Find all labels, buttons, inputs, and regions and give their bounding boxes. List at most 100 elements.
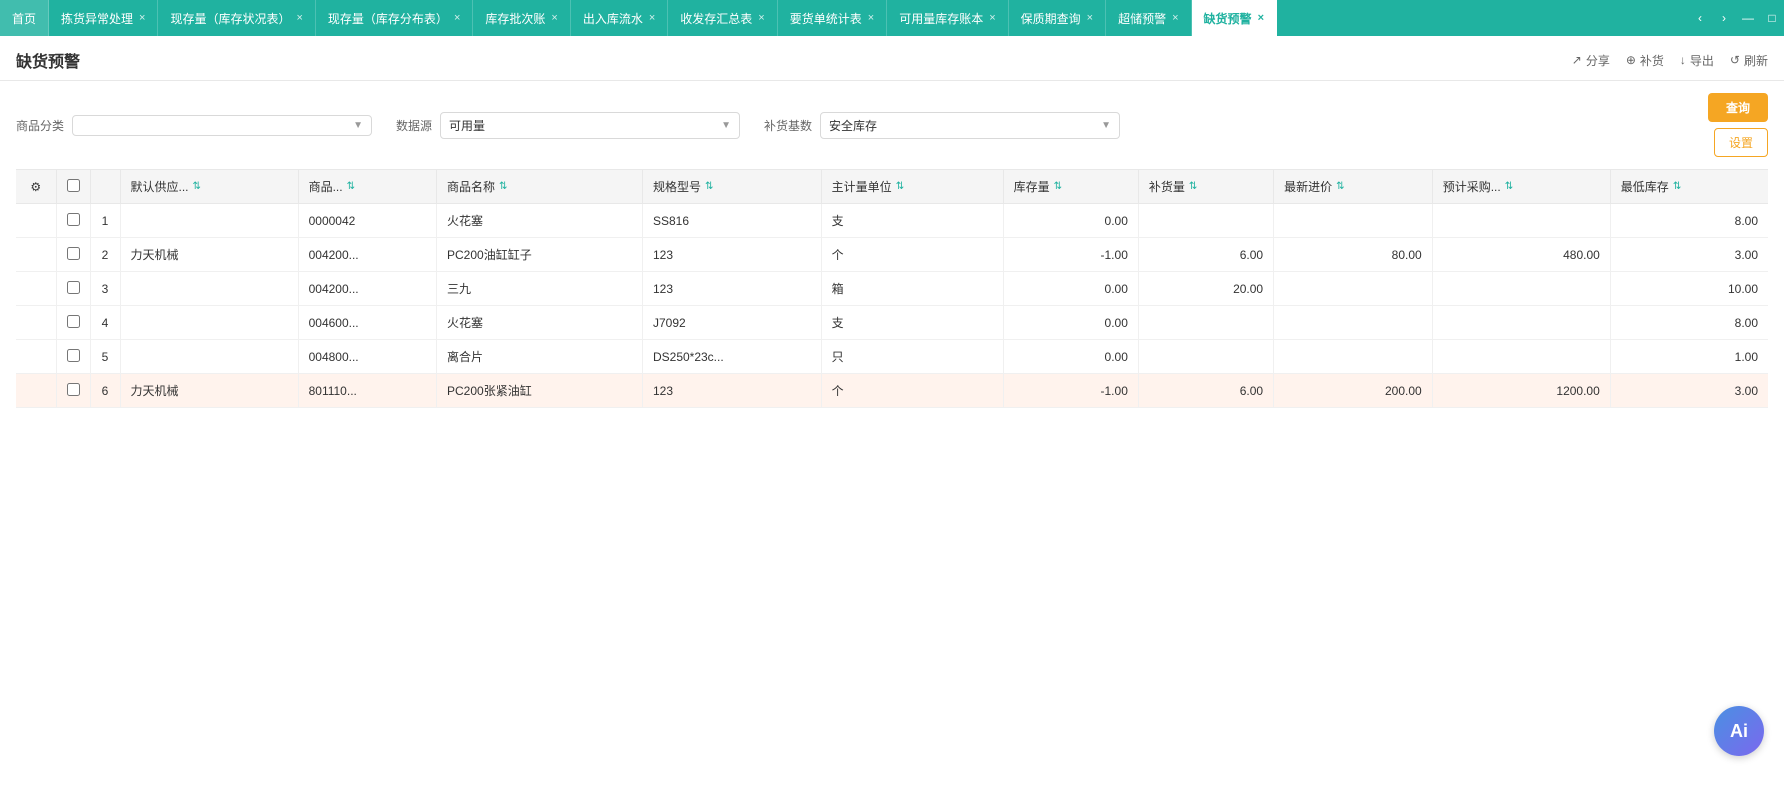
row-checkbox-4[interactable] <box>67 315 80 328</box>
datasource-select[interactable]: 可用量 ▼ <box>440 112 740 139</box>
category-arrow-icon: ▼ <box>353 120 363 131</box>
tab-close-collect-summary[interactable]: × <box>758 12 764 24</box>
tab-bar: 首页拣货异常处理×现存量（库存状况表）×现存量（库存分布表）×库存批次账×出入库… <box>0 0 1784 36</box>
tab-prev-btn[interactable]: ‹ <box>1688 0 1712 36</box>
ai-assistant-button[interactable]: Ai <box>1714 706 1764 756</box>
tab-close-inventory-dist[interactable]: × <box>454 12 460 24</box>
tab-label-collect-summary: 收发存汇总表 <box>680 10 752 27</box>
row-num: 2 <box>101 248 110 262</box>
category-filter-group: 商品分类 ▼ <box>16 115 372 136</box>
gear-icon[interactable]: ⚙ <box>30 180 41 194</box>
col-header-est_purchase[interactable]: 预计采购... ⇅ <box>1432 170 1610 204</box>
product-code-cell: 801110... <box>309 384 357 398</box>
col-label-spec: 规格型号 <box>653 178 701 195</box>
row-num: 5 <box>101 350 110 364</box>
min-stock-cell: 1.00 <box>1621 350 1758 364</box>
row-num: 3 <box>101 282 110 296</box>
sort-icon-product_name: ⇅ <box>499 181 507 192</box>
tab-batch-account[interactable]: 库存批次账× <box>473 0 570 36</box>
filter-right-actions: 查询 设置 <box>1708 93 1768 157</box>
settings-button[interactable]: 设置 <box>1714 128 1768 157</box>
est-purchase-cell: 480.00 <box>1443 248 1600 262</box>
col-header-latest_price[interactable]: 最新进价⇅ <box>1274 170 1433 204</box>
col-header-default_supplier[interactable]: 默认供应...⇅ <box>120 170 298 204</box>
sort-icon-est_purchase: ⇅ <box>1505 181 1513 192</box>
tab-inventory-dist[interactable]: 现存量（库存分布表）× <box>316 0 473 36</box>
replenishbase-filter-group: 补货基数 安全库存 ▼ <box>764 112 1120 139</box>
tab-close-inventory-status[interactable]: × <box>296 12 302 24</box>
tab-label-inout-flow: 出入库流水 <box>583 10 643 27</box>
tab-inout-flow[interactable]: 出入库流水 × <box>571 0 668 36</box>
export-icon: ↓ <box>1680 53 1686 67</box>
stock-cell: 0.00 <box>1014 214 1128 228</box>
replenishbase-value: 安全库存 <box>829 117 877 134</box>
refresh-btn[interactable]: ↺ 刷新 <box>1730 52 1768 69</box>
row-checkbox-6[interactable] <box>67 383 80 396</box>
col-header-gear: ⚙ <box>16 170 56 204</box>
replenish-qty-cell: 6.00 <box>1149 384 1263 398</box>
col-header-product_code[interactable]: 商品...⇅ <box>298 170 436 204</box>
share-icon: ↗ <box>1572 53 1582 67</box>
col-header-product_name[interactable]: 商品名称 ⇅ <box>437 170 643 204</box>
tab-close-exception[interactable]: × <box>139 12 145 24</box>
tab-close-inout-flow[interactable]: × <box>649 12 655 24</box>
row-checkbox-1[interactable] <box>67 213 80 226</box>
product-name-cell: 三九 <box>447 282 471 296</box>
tab-home[interactable]: 首页 <box>0 0 49 36</box>
tab-available-ledger[interactable]: 可用量库存账本 × <box>887 0 1008 36</box>
replenish-btn[interactable]: ⊕ 补货 <box>1626 52 1664 69</box>
replenishbase-select[interactable]: 安全库存 ▼ <box>820 112 1120 139</box>
spec-cell: 123 <box>653 282 673 296</box>
tab-close-available-ledger[interactable]: × <box>989 12 995 24</box>
spec-cell: J7092 <box>653 316 686 330</box>
tab-overstock[interactable]: 超储预警× <box>1106 0 1191 36</box>
table-row: 6力天机械801110...PC200张紧油缸123个-1.006.00200.… <box>16 374 1768 408</box>
tab-next-btn[interactable]: › <box>1712 0 1736 36</box>
page-content: 缺货预警 ↗ 分享 ⊕ 补货 ↓ 导出 ↺ 刷新 商品分类 <box>0 36 1784 796</box>
tab-inventory-status[interactable]: 现存量（库存状况表）× <box>158 0 315 36</box>
col-label-product_name: 商品名称 <box>447 178 495 195</box>
row-checkbox-5[interactable] <box>67 349 80 362</box>
category-select[interactable]: ▼ <box>72 115 372 136</box>
replenish-qty-cell: 6.00 <box>1149 248 1263 262</box>
export-btn[interactable]: ↓ 导出 <box>1680 52 1714 69</box>
select-all-checkbox[interactable] <box>67 179 80 192</box>
col-header-stock[interactable]: 库存量⇅ <box>1003 170 1138 204</box>
share-btn[interactable]: ↗ 分享 <box>1572 52 1610 69</box>
stock-cell: -1.00 <box>1014 248 1128 262</box>
product-code-cell: 004200... <box>309 248 359 262</box>
col-header-spec[interactable]: 规格型号⇅ <box>642 170 821 204</box>
tab-close-batch-account[interactable]: × <box>551 12 557 24</box>
tab-collect-summary[interactable]: 收发存汇总表 × <box>668 0 777 36</box>
col-header-unit[interactable]: 主计量单位⇅ <box>821 170 1003 204</box>
unit-cell: 支 <box>832 316 844 330</box>
tab-requisition-stat[interactable]: 要货单统计表× <box>778 0 887 36</box>
page-title: 缺货预警 <box>16 48 80 72</box>
tab-label-shortage: 缺货预警 <box>1204 10 1252 27</box>
tab-close-expiry-query[interactable]: × <box>1087 12 1093 24</box>
col-header-min_stock[interactable]: 最低库存⇅ <box>1610 170 1768 204</box>
tab-shortage[interactable]: 缺货预警 × <box>1192 0 1277 36</box>
spec-cell: DS250*23c... <box>653 350 724 364</box>
tab-close-overstock[interactable]: × <box>1172 12 1178 24</box>
product-code-cell: 0000042 <box>309 214 356 228</box>
col-label-est_purchase: 预计采购... <box>1443 178 1501 195</box>
tab-expiry-query[interactable]: 保质期查询× <box>1009 0 1106 36</box>
tab-close-shortage[interactable]: × <box>1258 12 1264 24</box>
min-stock-cell: 10.00 <box>1621 282 1758 296</box>
unit-cell: 只 <box>832 350 844 364</box>
row-checkbox-3[interactable] <box>67 281 80 294</box>
query-button[interactable]: 查询 <box>1708 93 1768 122</box>
datasource-label: 数据源 <box>396 117 432 134</box>
col-header-replenish_qty[interactable]: 补货量⇅ <box>1138 170 1273 204</box>
unit-cell: 个 <box>832 248 844 262</box>
row-num: 6 <box>101 384 110 398</box>
tab-maximize-btn[interactable]: □ <box>1760 0 1784 36</box>
row-checkbox-2[interactable] <box>67 247 80 260</box>
tab-close-requisition-stat[interactable]: × <box>868 12 874 24</box>
sort-icon-unit: ⇅ <box>896 181 904 192</box>
unit-cell: 个 <box>832 384 844 398</box>
tab-label-available-ledger: 可用量库存账本 <box>899 10 983 27</box>
tab-minimize-btn[interactable]: — <box>1736 0 1760 36</box>
tab-exception[interactable]: 拣货异常处理× <box>49 0 158 36</box>
